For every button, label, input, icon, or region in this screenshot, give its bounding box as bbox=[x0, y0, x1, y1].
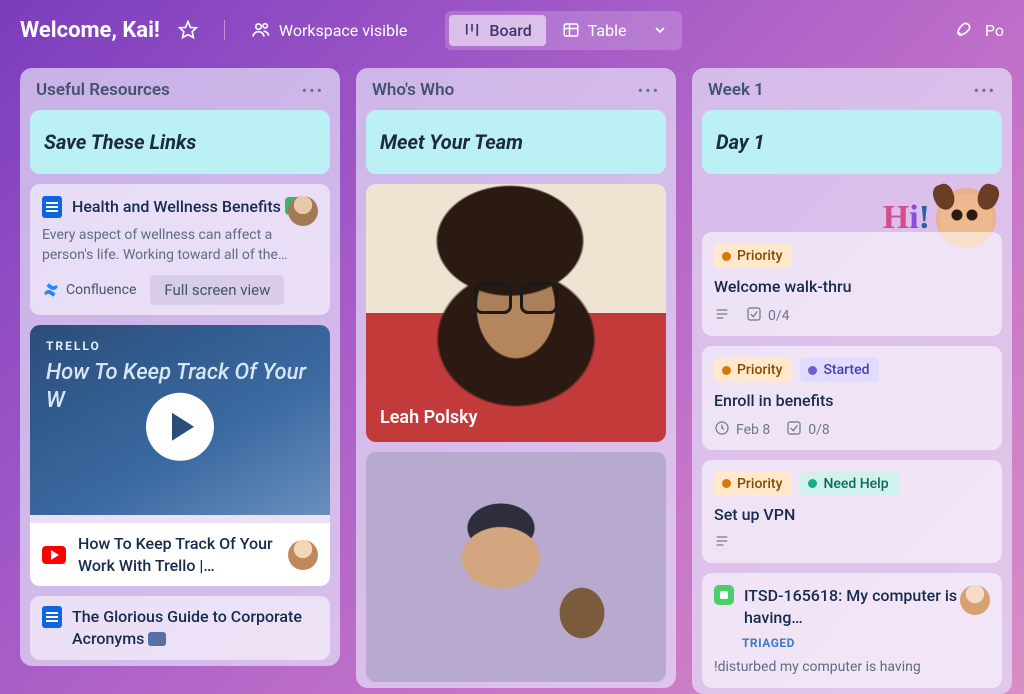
card-person-leah[interactable]: Leah Polsky bbox=[366, 184, 666, 442]
chevron-down-icon bbox=[652, 22, 668, 38]
board-icon bbox=[463, 21, 481, 39]
youtube-icon bbox=[42, 546, 66, 564]
member-avatar[interactable] bbox=[288, 540, 318, 570]
label-priority[interactable]: Priority bbox=[714, 244, 792, 268]
card-title: ITSD-165618: My computer is having… bbox=[744, 585, 990, 628]
card-title: Enroll in benefits bbox=[714, 390, 990, 412]
card-welcome-walkthru[interactable]: Priority Welcome walk-thru 0/4 bbox=[702, 232, 1002, 336]
checklist-badge: 0/8 bbox=[786, 420, 830, 440]
card-description: !disturbed my computer is having bbox=[714, 658, 990, 678]
star-button[interactable] bbox=[168, 14, 208, 46]
visibility-button[interactable]: Workspace visible bbox=[241, 14, 418, 46]
card-health-wellness[interactable]: Health and Wellness Benefits Every aspec… bbox=[30, 184, 330, 315]
clock-icon bbox=[714, 420, 730, 440]
checklist-icon bbox=[786, 420, 802, 440]
triaged-label: TRIAGED bbox=[742, 636, 990, 650]
checklist-icon bbox=[746, 306, 762, 326]
video-cover[interactable]: TRELLO How To Keep Track Of Your W bbox=[30, 325, 330, 515]
list-title[interactable]: Who's Who bbox=[372, 80, 454, 100]
board-header: Welcome, Kai! Workspace visible Board Ta… bbox=[0, 0, 1024, 60]
view-switcher: Board Table bbox=[445, 11, 682, 50]
visibility-label: Workspace visible bbox=[279, 21, 408, 40]
confluence-badge[interactable]: Confluence bbox=[42, 281, 136, 299]
view-tab-table-label: Table bbox=[588, 21, 627, 40]
card-title: How To Keep Track Of Your Work With Trel… bbox=[78, 533, 276, 576]
list-useful-resources: Useful Resources ••• Save These Links He… bbox=[20, 68, 340, 666]
card-itsd-ticket[interactable]: ITSD-165618: My computer is having… TRIA… bbox=[702, 573, 1002, 688]
emoji-icon bbox=[148, 632, 166, 646]
description-icon bbox=[714, 533, 730, 553]
card-person-2[interactable] bbox=[366, 452, 666, 682]
header-divider bbox=[224, 20, 225, 40]
service-desk-icon bbox=[714, 585, 734, 605]
card-acronyms-guide[interactable]: The Glorious Guide to Corporate Acronyms bbox=[30, 596, 330, 659]
card-video-trello[interactable]: TRELLO How To Keep Track Of Your W How T… bbox=[30, 325, 330, 586]
heading-card-save-links[interactable]: Save These Links bbox=[30, 110, 330, 174]
board-title: Welcome, Kai! bbox=[20, 18, 160, 43]
list-title[interactable]: Week 1 bbox=[708, 80, 764, 100]
view-dropdown[interactable] bbox=[642, 16, 678, 44]
view-tab-board[interactable]: Board bbox=[449, 15, 545, 46]
people-icon bbox=[251, 20, 271, 40]
star-icon bbox=[178, 20, 198, 40]
video-brand: TRELLO bbox=[46, 339, 314, 353]
heading-card-day-1[interactable]: Day 1 bbox=[702, 110, 1002, 174]
source-label: Confluence bbox=[66, 282, 136, 298]
header-right-cutoff: Po bbox=[985, 21, 1004, 40]
card-description: Every aspect of wellness can affect a pe… bbox=[42, 226, 318, 265]
list-title[interactable]: Useful Resources bbox=[36, 80, 170, 100]
label-priority[interactable]: Priority bbox=[714, 472, 792, 496]
view-tab-table[interactable]: Table bbox=[548, 15, 641, 46]
list-menu-button[interactable]: ••• bbox=[974, 81, 996, 100]
table-icon bbox=[562, 21, 580, 39]
rocket-icon[interactable] bbox=[953, 20, 973, 40]
due-date-badge[interactable]: Feb 8 bbox=[714, 420, 770, 440]
person-name: Leah Polsky bbox=[380, 407, 478, 428]
member-avatar[interactable] bbox=[288, 196, 318, 226]
document-icon bbox=[42, 196, 62, 218]
card-title: Set up VPN bbox=[714, 504, 990, 526]
fullscreen-button[interactable]: Full screen view bbox=[150, 275, 284, 305]
confluence-icon bbox=[42, 281, 60, 299]
heading-card-meet-team[interactable]: Meet Your Team bbox=[366, 110, 666, 174]
card-setup-vpn[interactable]: Priority Need Help Set up VPN bbox=[702, 460, 1002, 564]
list-week-1: Week 1 ••• Day 1 Hi! Priority Welcome wa… bbox=[692, 68, 1012, 694]
list-menu-button[interactable]: ••• bbox=[302, 81, 324, 100]
list-whos-who: Who's Who ••• Meet Your Team Leah Polsky bbox=[356, 68, 676, 688]
person-photo bbox=[366, 452, 666, 682]
description-icon bbox=[714, 306, 730, 326]
header-right: Po bbox=[953, 20, 1004, 40]
card-title: Health and Wellness Benefits bbox=[72, 196, 303, 218]
view-tab-board-label: Board bbox=[489, 21, 531, 40]
checklist-badge: 0/4 bbox=[746, 306, 790, 326]
description-badge bbox=[714, 306, 730, 326]
play-icon[interactable] bbox=[146, 393, 214, 461]
glasses-graphic bbox=[474, 282, 558, 314]
card-enroll-benefits[interactable]: Priority Started Enroll in benefits Feb … bbox=[702, 346, 1002, 450]
person-photo: Leah Polsky bbox=[366, 184, 666, 442]
label-need-help[interactable]: Need Help bbox=[800, 472, 898, 496]
document-icon bbox=[42, 606, 62, 628]
list-menu-button[interactable]: ••• bbox=[638, 81, 660, 100]
label-started[interactable]: Started bbox=[800, 358, 879, 382]
label-priority[interactable]: Priority bbox=[714, 358, 792, 382]
card-title: Welcome walk-thru bbox=[714, 276, 990, 298]
description-badge bbox=[714, 533, 730, 553]
board-canvas[interactable]: Useful Resources ••• Save These Links He… bbox=[0, 60, 1024, 694]
card-title: The Glorious Guide to Corporate Acronyms bbox=[72, 606, 318, 649]
